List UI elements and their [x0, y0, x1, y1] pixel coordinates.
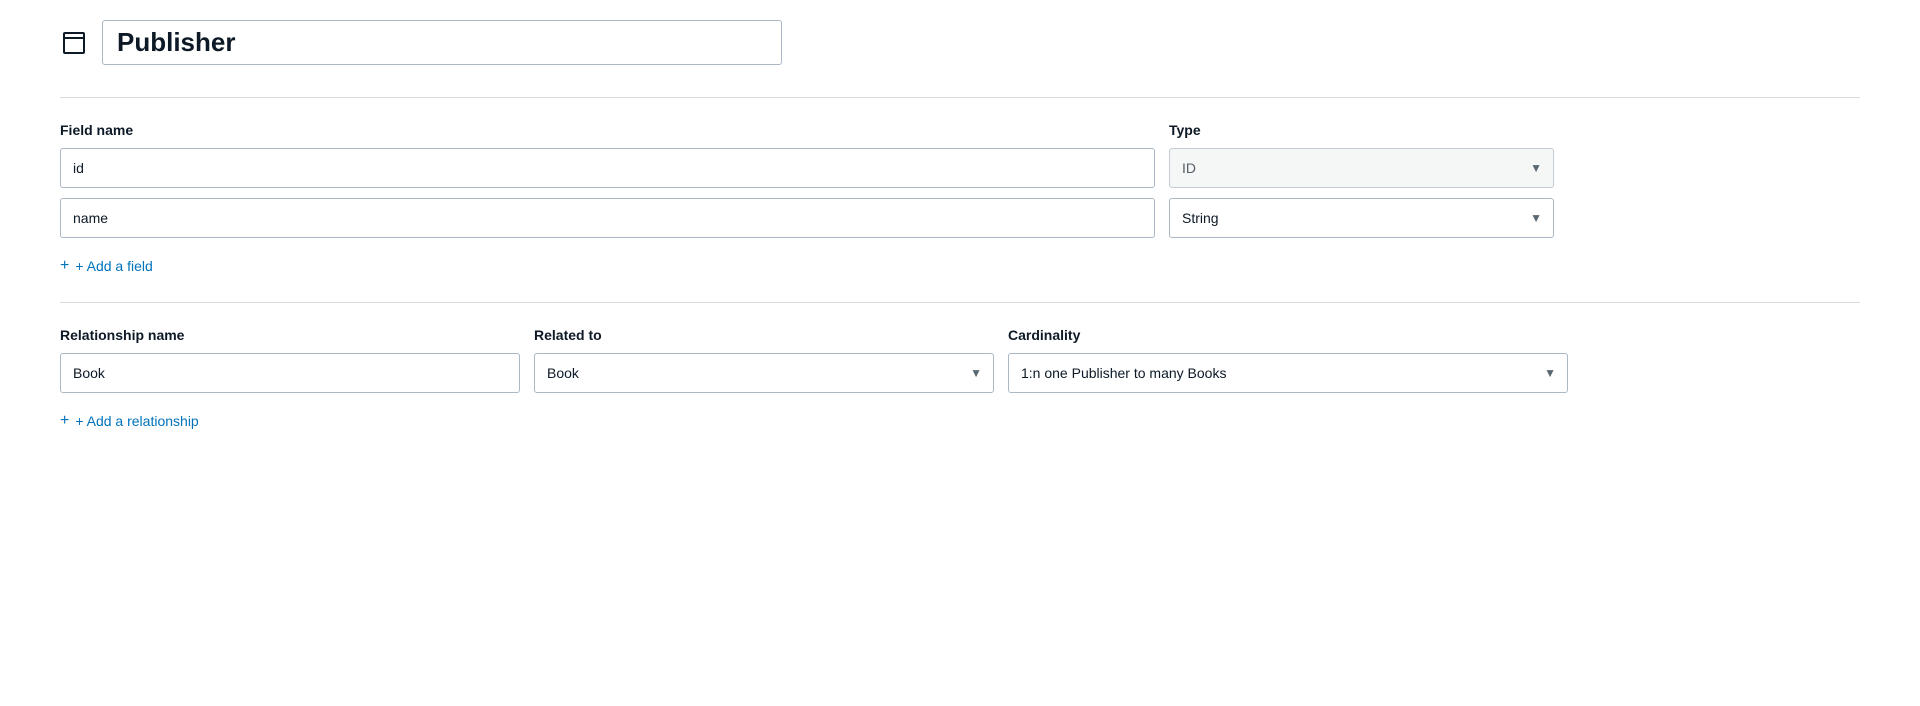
field-name-input-id[interactable]	[60, 148, 1155, 188]
type-select-id[interactable]: ID	[1169, 148, 1554, 188]
model-title-input[interactable]	[102, 20, 782, 65]
field-row: ID ▼	[60, 148, 1860, 188]
related-to-select[interactable]: Book Author Publisher	[534, 353, 994, 393]
related-to-select-wrapper: Book Author Publisher ▼	[534, 353, 994, 393]
field-row: ID String Int Float Boolean AWSDate AWST…	[60, 198, 1860, 238]
plus-icon: +	[60, 413, 69, 429]
relationship-name-input[interactable]	[60, 353, 520, 393]
fields-section: Field name Type ID ▼ ID String	[60, 122, 1860, 284]
type-select-name[interactable]: ID String Int Float Boolean AWSDate AWST…	[1169, 198, 1554, 238]
title-row	[60, 20, 1860, 65]
cardinality-column-header: Cardinality	[1008, 327, 1568, 343]
relationships-section: Relationship name Related to Cardinality…	[60, 327, 1860, 439]
relationships-header: Relationship name Related to Cardinality	[60, 327, 1860, 343]
relationship-row: Book Author Publisher ▼ 1:n one Publishe…	[60, 353, 1860, 393]
plus-icon: +	[60, 258, 69, 274]
field-name-column-header: Field name	[60, 122, 1155, 138]
add-field-link[interactable]: + + Add a field	[60, 258, 153, 274]
field-name-input-name[interactable]	[60, 198, 1155, 238]
add-relationship-link[interactable]: + + Add a relationship	[60, 413, 199, 429]
fields-header: Field name Type	[60, 122, 1860, 138]
section-divider	[60, 97, 1860, 98]
type-column-header: Type	[1169, 122, 1554, 138]
cardinality-select-wrapper: 1:n one Publisher to many Books n:1 many…	[1008, 353, 1568, 393]
type-select-wrapper-name: ID String Int Float Boolean AWSDate AWST…	[1169, 198, 1554, 238]
cardinality-select[interactable]: 1:n one Publisher to many Books n:1 many…	[1008, 353, 1568, 393]
related-to-column-header: Related to	[534, 327, 994, 343]
window-icon	[60, 29, 88, 57]
type-select-wrapper-id: ID ▼	[1169, 148, 1554, 188]
rel-name-column-header: Relationship name	[60, 327, 520, 343]
relationships-divider	[60, 302, 1860, 303]
